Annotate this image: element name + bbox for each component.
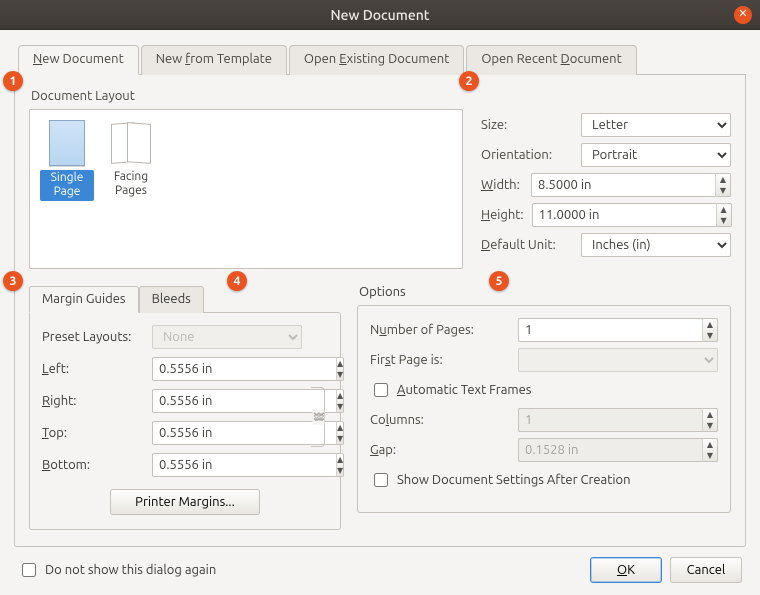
auto-frames-checkbox[interactable] [374,383,388,397]
layout-choices: Single Page Facing Pages [29,109,463,269]
options-heading: Options [359,285,731,299]
dont-show-label[interactable]: Do not show this dialog again [45,563,216,577]
tab-new-document[interactable]: New Document [18,45,139,75]
gap-input [518,438,702,462]
margin-top-spinner[interactable]: ▲▼ [152,421,302,445]
callout-5: 5 [489,271,509,291]
dialog-content: New Document New from Template Open Exis… [0,30,760,595]
margin-left-label: Left: [42,362,152,376]
columns-label: Columns: [370,413,510,427]
gap-spinner: ▲▼ [518,438,718,462]
margin-bottom-input[interactable] [152,453,336,477]
layout-single-page[interactable]: Single Page [40,120,94,201]
margin-left-input[interactable] [152,357,336,381]
tab-bleeds[interactable]: Bleeds [139,286,204,313]
printer-margins-button[interactable]: Printer Margins... [110,489,260,515]
single-page-icon [49,120,85,166]
auto-frames-label[interactable]: Automatic Text Frames [397,383,531,397]
page-properties: Size: Letter Orientation: Portrait Width… [481,89,731,263]
dialog-footer: Do not show this dialog again OK Cancel [14,547,746,585]
margin-top-label: Top: [42,426,152,440]
up-arrow-icon[interactable]: ▲ [716,174,730,185]
cancel-button[interactable]: Cancel [670,557,742,583]
down-arrow-icon[interactable]: ▼ [717,215,731,226]
tab-open-existing[interactable]: Open Existing Document [289,45,464,75]
tab-open-recent[interactable]: Open Recent Document [466,45,636,75]
margin-right-label: Right: [42,394,152,408]
window-title: New Document [330,7,429,23]
width-input[interactable] [531,173,715,197]
npages-label: Number of Pages: [370,323,510,337]
margin-top-input[interactable] [152,421,336,445]
margin-subtabs: Margin Guides Bleeds [29,285,341,312]
orientation-select[interactable]: Portrait [581,143,731,167]
orientation-label: Orientation: [481,148,573,162]
show-after-checkbox[interactable] [374,473,388,487]
margin-bottom-spinner[interactable]: ▲▼ [152,453,302,477]
layout-facing-pages-label: Facing Pages [114,170,148,197]
firstpage-select [518,348,718,372]
callout-4: 4 [227,271,247,291]
chain-link-icon[interactable] [311,387,325,447]
ok-button[interactable]: OK [590,557,662,583]
document-layout-heading: Document Layout [31,89,463,103]
tab-margin-guides[interactable]: Margin Guides [29,286,139,313]
margin-pane: Preset Layouts: None Left: ▲▼ Right: [29,312,341,530]
height-label: Height: [481,208,524,222]
layout-facing-pages[interactable]: Facing Pages [104,120,158,199]
callout-2: 2 [459,71,479,91]
callout-1: 1 [3,71,23,91]
preset-label: Preset Layouts: [42,330,152,344]
columns-input [518,408,702,432]
npages-input[interactable] [518,318,702,342]
options-pane: Number of Pages: ▲▼ First Page is: [357,305,731,513]
margin-bottom-label: Bottom: [42,458,152,472]
down-arrow-icon[interactable]: ▼ [716,185,730,196]
width-label: Width: [481,178,523,192]
tab-new-from-template[interactable]: New from Template [141,45,287,75]
height-input[interactable] [532,203,716,227]
columns-spinner: ▲▼ [518,408,718,432]
main-tabs: New Document New from Template Open Exis… [14,44,746,75]
show-after-label[interactable]: Show Document Settings After Creation [397,473,631,487]
preset-select: None [152,325,302,349]
margin-left-spinner[interactable]: ▲▼ [152,357,302,381]
titlebar: New Document ✕ [0,0,760,30]
width-spinner[interactable]: ▲▼ [531,173,731,197]
up-arrow-icon[interactable]: ▲ [717,204,731,215]
default-unit-label: Default Unit: [481,238,573,252]
size-label: Size: [481,118,573,132]
layout-single-page-label: Single Page [40,170,94,201]
size-select[interactable]: Letter [581,113,731,137]
height-spinner[interactable]: ▲▼ [532,203,732,227]
firstpage-label: First Page is: [370,353,510,367]
npages-spinner[interactable]: ▲▼ [518,318,718,342]
close-icon[interactable]: ✕ [734,6,752,24]
dont-show-checkbox[interactable] [22,563,36,577]
margin-right-spinner[interactable]: ▲▼ [152,389,302,413]
margin-right-input[interactable] [152,389,336,413]
callout-3: 3 [3,271,23,291]
facing-pages-icon [111,120,151,166]
default-unit-select[interactable]: Inches (in) [581,233,731,257]
gap-label: Gap: [370,443,510,457]
main-pane: 1 2 3 4 5 Document Layout Single Page Fa… [14,75,746,547]
